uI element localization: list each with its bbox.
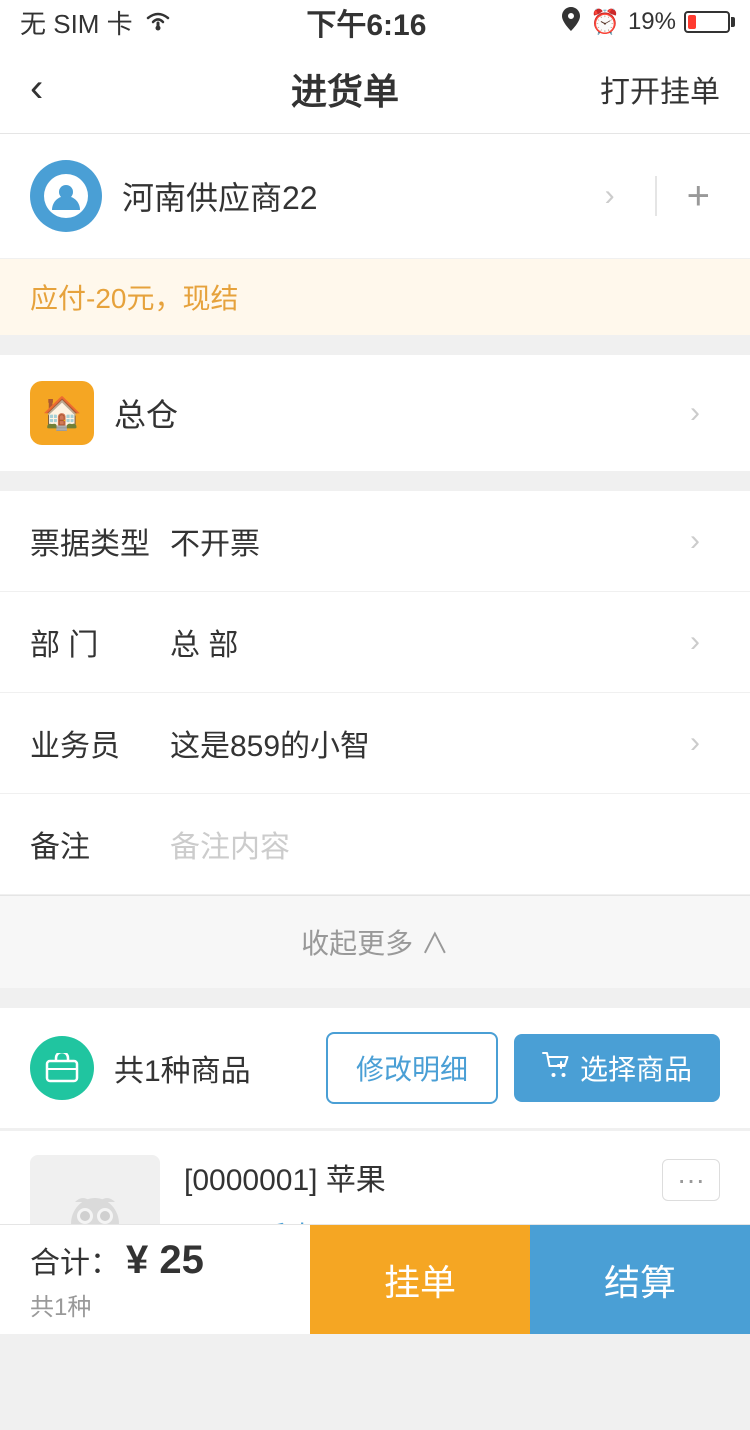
salesman-value: 这是859的小智 bbox=[170, 721, 690, 765]
salesman-label: 业务员 bbox=[30, 721, 170, 765]
add-button[interactable]: + bbox=[677, 174, 720, 219]
supplier-section: 河南供应商22 › + bbox=[0, 134, 750, 259]
status-right: ⏰ 19% bbox=[560, 6, 730, 39]
avatar bbox=[30, 160, 102, 232]
form-row-remark[interactable]: 备注 备注内容 bbox=[0, 794, 750, 895]
hang-button[interactable]: 挂单 bbox=[310, 1225, 530, 1334]
dept-value: 总 部 bbox=[170, 620, 690, 664]
warehouse-row[interactable]: 🏠 总仓 › bbox=[0, 355, 750, 471]
page-title: 进货单 bbox=[291, 63, 399, 115]
chevron-icon: › bbox=[690, 726, 700, 760]
product-name: [0000001] 苹果 bbox=[184, 1155, 662, 1199]
select-product-button[interactable]: 选择商品 bbox=[514, 1034, 720, 1102]
settle-button[interactable]: 结算 bbox=[530, 1225, 750, 1334]
status-time: 下午6:16 bbox=[306, 0, 426, 44]
cart-icon bbox=[542, 1052, 572, 1085]
edit-detail-button[interactable]: 修改明细 bbox=[326, 1032, 498, 1104]
total-label: 合计： bbox=[30, 1238, 120, 1282]
status-left: 无 SIM 卡 bbox=[20, 4, 173, 41]
back-button[interactable]: ‹ bbox=[30, 66, 90, 111]
warehouse-name: 总仓 bbox=[114, 390, 690, 436]
avatar-inner bbox=[44, 174, 88, 218]
product-apple: 苹果 bbox=[326, 1164, 386, 1197]
total-line: 合计： ¥ 25 bbox=[30, 1238, 280, 1283]
total-section: 合计： ¥ 25 共1种 bbox=[0, 1225, 310, 1334]
nav-bar: ‹ 进货单 打开挂单 bbox=[0, 44, 750, 134]
remark-label: 备注 bbox=[30, 822, 170, 866]
location-icon bbox=[560, 6, 582, 39]
chevron-icon: › bbox=[690, 625, 700, 659]
product-code: [0000001] bbox=[184, 1164, 317, 1197]
battery-text: 19% bbox=[628, 8, 676, 36]
more-options-button[interactable]: ··· bbox=[662, 1159, 720, 1201]
battery-icon bbox=[684, 11, 730, 33]
form-section: 票据类型 不开票 › 部 门 总 部 › 业务员 这是859的小智 › 备注 备… bbox=[0, 491, 750, 988]
supplier-row[interactable]: 河南供应商22 › + bbox=[0, 134, 750, 259]
supplier-name: 河南供应商22 bbox=[122, 173, 605, 219]
dept-label: 部 门 bbox=[30, 620, 170, 664]
invoice-value: 不开票 bbox=[170, 519, 690, 563]
invoice-label: 票据类型 bbox=[30, 519, 170, 563]
alarm-icon: ⏰ bbox=[590, 8, 620, 37]
open-pending-button[interactable]: 打开挂单 bbox=[600, 67, 720, 111]
product-icon bbox=[30, 1036, 94, 1100]
notice-bar: 应付-20元，现结 bbox=[0, 259, 750, 335]
wifi-icon bbox=[143, 7, 173, 38]
select-btn-label: 选择商品 bbox=[580, 1048, 692, 1088]
total-sub: 共1种 bbox=[30, 1287, 280, 1322]
form-row-invoice[interactable]: 票据类型 不开票 › bbox=[0, 491, 750, 592]
warehouse-section: 🏠 总仓 › bbox=[0, 355, 750, 471]
carrier-text: 无 SIM 卡 bbox=[20, 4, 133, 41]
collapse-button[interactable]: 收起更多 ∧ bbox=[0, 895, 750, 988]
form-row-salesman[interactable]: 业务员 这是859的小智 › bbox=[0, 693, 750, 794]
bottom-bar: 合计： ¥ 25 共1种 挂单 结算 bbox=[0, 1224, 750, 1334]
total-amount: ¥ 25 bbox=[126, 1238, 204, 1283]
status-bar: 无 SIM 卡 下午6:16 ⏰ 19% bbox=[0, 0, 750, 44]
chevron-icon: › bbox=[690, 396, 700, 430]
chevron-icon: › bbox=[605, 179, 615, 213]
remark-input[interactable]: 备注内容 bbox=[170, 822, 720, 866]
product-count: 共1种商品 bbox=[114, 1046, 326, 1090]
warehouse-icon: 🏠 bbox=[30, 381, 94, 445]
products-header: 共1种商品 修改明细 选择商品 bbox=[0, 1008, 750, 1129]
divider bbox=[655, 176, 657, 216]
chevron-icon: › bbox=[690, 524, 700, 558]
form-row-dept[interactable]: 部 门 总 部 › bbox=[0, 592, 750, 693]
